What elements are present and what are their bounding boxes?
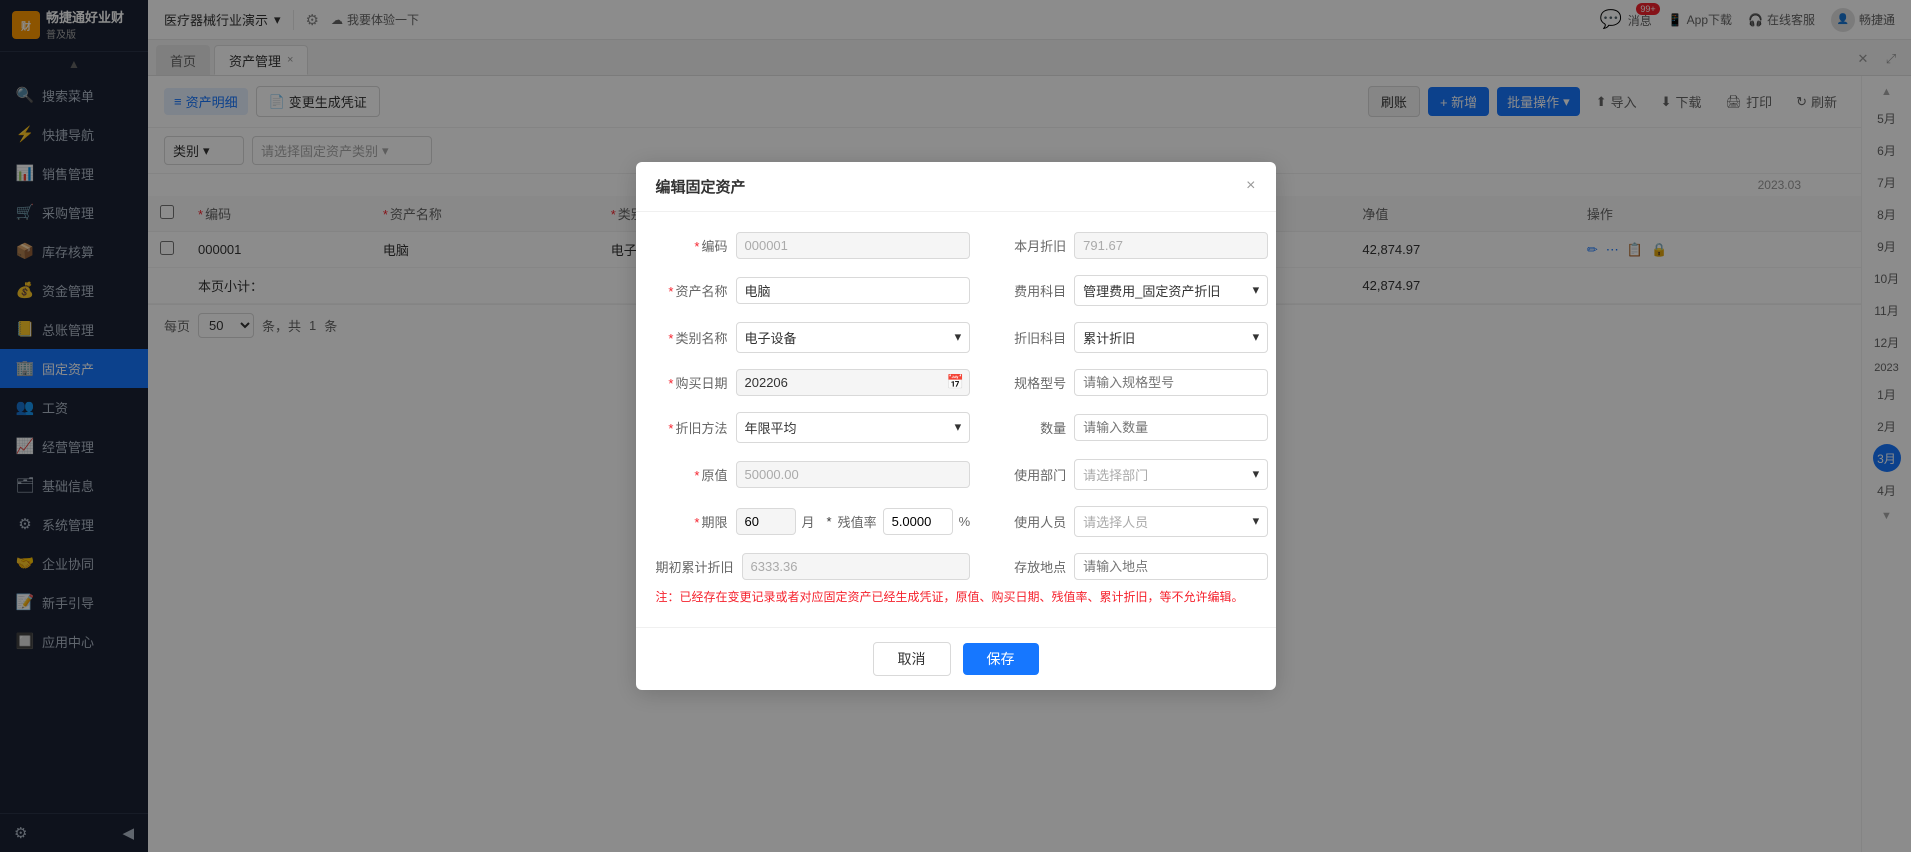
- period-label: *期限: [656, 512, 728, 531]
- expense-subject-label: 费用科目: [994, 281, 1066, 300]
- period-input[interactable]: [736, 508, 796, 535]
- category-label: *类别名称: [656, 328, 728, 347]
- code-label: *编码: [656, 236, 728, 255]
- form-row-purchase-date: *购买日期 📅: [656, 369, 971, 396]
- category-dropdown-icon: ▾: [955, 329, 962, 345]
- residual-rate-unit: %: [959, 514, 971, 529]
- residual-rate-label: 残值率: [838, 512, 877, 531]
- person-select[interactable]: 请选择人员 ▾: [1074, 506, 1268, 537]
- original-value-input[interactable]: [736, 461, 971, 488]
- form-row-person: 使用人员 请选择人员 ▾: [994, 506, 1268, 537]
- expense-subject-select[interactable]: 管理费用_固定资产折旧 ▾: [1074, 275, 1268, 306]
- initial-dep-input[interactable]: [742, 553, 971, 580]
- dep-subject-select[interactable]: 累计折旧 ▾: [1074, 322, 1268, 353]
- form-row-department: 使用部门 请选择部门 ▾: [994, 459, 1268, 490]
- dep-method-select[interactable]: 年限平均 ▾: [736, 412, 971, 443]
- expense-subject-dropdown-icon: ▾: [1253, 282, 1260, 298]
- modal-title: 编辑固定资产: [656, 176, 746, 197]
- location-label: 存放地点: [994, 557, 1066, 576]
- dep-subject-label: 折旧科目: [994, 328, 1066, 347]
- purchase-date-input-wrapper: 📅: [736, 369, 971, 396]
- save-button[interactable]: 保存: [963, 643, 1039, 675]
- original-value-label: *原值: [656, 465, 728, 484]
- asset-name-label: *资产名称: [656, 281, 728, 300]
- form-row-expense-subject: 费用科目 管理费用_固定资产折旧 ▾: [994, 275, 1268, 306]
- modal-close-btn[interactable]: ×: [1246, 177, 1255, 195]
- modal-overlay: 编辑固定资产 × *编码 本月折旧 *资产名称: [0, 0, 1911, 852]
- modal-header: 编辑固定资产 ×: [636, 162, 1276, 212]
- monthly-dep-label: 本月折旧: [994, 236, 1066, 255]
- form-row-location: 存放地点: [994, 553, 1268, 580]
- quantity-input[interactable]: [1074, 414, 1268, 441]
- monthly-dep-input[interactable]: [1074, 232, 1268, 259]
- dep-method-dropdown-icon: ▾: [955, 419, 962, 435]
- form-row-asset-name: *资产名称: [656, 275, 971, 306]
- form-row-quantity: 数量: [994, 412, 1268, 443]
- quantity-label: 数量: [994, 418, 1066, 437]
- cancel-button[interactable]: 取消: [873, 642, 951, 676]
- person-label: 使用人员: [994, 512, 1066, 531]
- residual-rate-input[interactable]: [883, 508, 953, 535]
- department-dropdown-icon: ▾: [1253, 466, 1260, 482]
- calendar-icon[interactable]: 📅: [947, 374, 964, 391]
- purchase-date-label: *购买日期: [656, 373, 728, 392]
- purchase-date-input[interactable]: [736, 369, 971, 396]
- form-row-monthly-dep: 本月折旧: [994, 232, 1268, 259]
- form-row-dep-method: *折旧方法 年限平均 ▾: [656, 412, 971, 443]
- initial-dep-label: 期初累计折旧: [656, 557, 734, 576]
- form-row-category: *类别名称 电子设备 ▾: [656, 322, 971, 353]
- dep-subject-dropdown-icon: ▾: [1253, 329, 1260, 345]
- form-row-spec: 规格型号: [994, 369, 1268, 396]
- form-row-code: *编码: [656, 232, 971, 259]
- code-input[interactable]: [736, 232, 971, 259]
- person-dropdown-icon: ▾: [1253, 513, 1260, 529]
- period-group: 月 * 残值率 %: [736, 508, 971, 535]
- period-unit: 月: [802, 512, 815, 531]
- spec-input[interactable]: [1074, 369, 1268, 396]
- modal-body: *编码 本月折旧 *资产名称 费用科目 管理费用_固定资产折旧: [636, 212, 1276, 627]
- asset-name-input[interactable]: [736, 277, 971, 304]
- spec-label: 规格型号: [994, 373, 1066, 392]
- department-select[interactable]: 请选择部门 ▾: [1074, 459, 1268, 490]
- location-input[interactable]: [1074, 553, 1268, 580]
- dep-method-label: *折旧方法: [656, 418, 728, 437]
- modal-footer: 取消 保存: [636, 627, 1276, 690]
- department-label: 使用部门: [994, 465, 1066, 484]
- edit-asset-modal: 编辑固定资产 × *编码 本月折旧 *资产名称: [636, 162, 1276, 690]
- form-row-dep-subject: 折旧科目 累计折旧 ▾: [994, 322, 1268, 353]
- modal-form: *编码 本月折旧 *资产名称 费用科目 管理费用_固定资产折旧: [656, 232, 1256, 580]
- category-select[interactable]: 电子设备 ▾: [736, 322, 971, 353]
- form-row-initial-dep: 期初累计折旧: [656, 553, 971, 580]
- form-row-period: *期限 月 * 残值率 %: [656, 506, 971, 537]
- form-row-original-value: *原值: [656, 459, 971, 490]
- modal-note: 注：已经存在变更记录或者对应固定资产已经生成凭证，原值、购买日期、残值率、累计折…: [656, 580, 1256, 607]
